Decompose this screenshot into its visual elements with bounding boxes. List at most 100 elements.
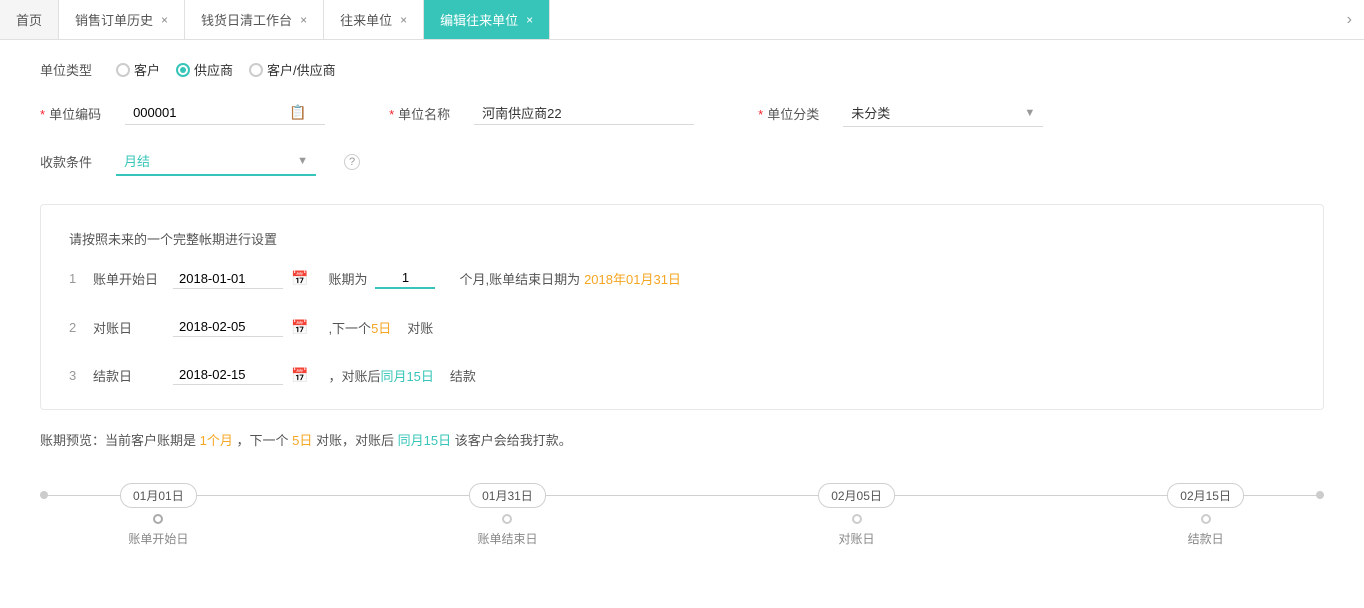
payment-label: 收款条件	[40, 152, 92, 171]
node-label-3: 结款日	[1188, 530, 1224, 547]
period-input[interactable]	[375, 268, 435, 289]
radio-supplier[interactable]: 供应商	[176, 60, 233, 79]
date-input-2[interactable]	[173, 317, 283, 337]
payment-value: 月结	[124, 151, 150, 170]
date-input-3[interactable]	[173, 365, 283, 385]
unit-classify-star: *	[758, 107, 763, 122]
preview-mid2: 对账，对账后	[316, 433, 394, 448]
tab-bar: 首页 销售订单历史 × 钱货日清工作台 × 往来单位 × 编辑往来单位 × ›	[0, 0, 1364, 40]
row2-highlight1: 5日	[371, 318, 391, 337]
setting-label-3: 结款日	[93, 366, 173, 385]
radio-customer[interactable]: 客户	[116, 60, 160, 79]
section-box: 请按照未来的一个完整帐期进行设置 1 账单开始日 📅 账期为 个月,账单结束日期…	[40, 204, 1324, 410]
unit-code-icon[interactable]: 📋	[285, 104, 310, 121]
unit-classify-value: 未分类	[851, 103, 890, 122]
tab-home[interactable]: 首页	[0, 0, 59, 39]
row2-desc-part2: 对账	[407, 318, 433, 337]
node-dot-1	[502, 514, 512, 524]
tab-expand-button[interactable]: ›	[1335, 0, 1364, 39]
tab-edit-partner[interactable]: 编辑往来单位 ×	[424, 0, 550, 39]
radio-both-label: 客户/供应商	[267, 60, 336, 79]
node-pill-3: 02月15日	[1167, 483, 1244, 508]
tab-partners[interactable]: 往来单位 ×	[324, 0, 424, 39]
timeline-nodes: 01月01日 账单开始日 01月31日 账单结束日 02月05日 对账日 02月…	[60, 483, 1304, 547]
node-dot-3	[1201, 514, 1211, 524]
calendar-icon-2[interactable]: 📅	[287, 319, 312, 336]
node-pill-1: 01月31日	[469, 483, 546, 508]
preview-highlight2: 5日	[292, 433, 312, 448]
node-pill-0: 01月01日	[120, 483, 197, 508]
timeline-node-3: 02月15日 结款日	[1167, 483, 1244, 547]
date-wrap-2: 📅	[173, 317, 312, 337]
tab-cash-work-close[interactable]: ×	[300, 13, 307, 27]
radio-supplier-circle	[176, 63, 190, 77]
preview-text: 账期预览：当前客户账期是 1个月 ，下一个 5日 对账，对账后 同月15日 该客…	[40, 430, 1324, 449]
unit-code-input[interactable]	[125, 101, 285, 124]
unit-name-input[interactable]	[474, 101, 694, 125]
node-dot-0	[153, 514, 163, 524]
timeline-right-dot	[1316, 491, 1324, 499]
payment-help-icon[interactable]: ?	[344, 154, 360, 170]
preview-suffix: 该客户会给我打款。	[455, 433, 572, 448]
tab-edit-partner-close[interactable]: ×	[526, 13, 533, 27]
row3-highlight2: 同月15日	[380, 366, 433, 385]
setting-label-1: 账单开始日	[93, 269, 173, 288]
radio-both-circle	[249, 63, 263, 77]
unit-name-star: *	[389, 107, 394, 122]
payment-select[interactable]: 月结 ▼	[116, 147, 316, 176]
period-desc-after: 个月,账单结束日期为	[459, 269, 580, 288]
tab-sales-history[interactable]: 销售订单历史 ×	[59, 0, 185, 39]
tab-cash-work[interactable]: 钱货日清工作台 ×	[185, 0, 324, 39]
unit-type-row: 单位类型 客户 供应商 客户/供应商	[40, 60, 1324, 79]
unit-code-label: *单位编码	[40, 104, 101, 123]
date-wrap-1: 📅	[173, 269, 312, 289]
setting-row-3: 3 结款日 📅 ，对账后 同月15日 结款	[69, 365, 1295, 385]
timeline-left-dot	[40, 491, 48, 499]
node-label-1: 账单结束日	[477, 530, 537, 547]
setting-row-2: 2 对账日 📅 ,下一个 5日 对账	[69, 317, 1295, 337]
tab-home-label: 首页	[16, 10, 42, 29]
payment-dropdown-arrow-icon: ▼	[297, 155, 308, 167]
tab-partners-close[interactable]: ×	[400, 13, 407, 27]
unit-type-radio-group: 客户 供应商 客户/供应商	[116, 60, 336, 79]
calendar-icon-1[interactable]: 📅	[287, 270, 312, 287]
classify-dropdown-arrow-icon: ▼	[1024, 107, 1035, 119]
row3-desc-part2: 结款	[450, 366, 476, 385]
main-content: 单位类型 客户 供应商 客户/供应商 *单位编码 📋	[0, 40, 1364, 608]
setting-num-2: 2	[69, 320, 93, 335]
setting-label-2: 对账日	[93, 318, 173, 337]
period-desc-before: 账期为	[328, 269, 367, 288]
calendar-icon-3[interactable]: 📅	[287, 367, 312, 384]
node-pill-2: 02月05日	[818, 483, 895, 508]
timeline-node-1: 01月31日 账单结束日	[469, 483, 546, 547]
preview-mid1: ，下一个	[237, 433, 289, 448]
radio-customer-circle	[116, 63, 130, 77]
date-input-1[interactable]	[173, 269, 283, 289]
tab-cash-work-label: 钱货日清工作台	[201, 10, 292, 29]
tab-partners-label: 往来单位	[340, 10, 392, 29]
date-wrap-3: 📅	[173, 365, 312, 385]
preview-highlight1: 1个月	[200, 433, 233, 448]
node-dot-2	[852, 514, 862, 524]
end-date-highlight: 2018年01月31日	[584, 269, 681, 288]
preview-prefix: 账期预览：当前客户账期是	[40, 433, 196, 448]
unit-classify-select[interactable]: 未分类 ▼	[843, 99, 1043, 127]
radio-both[interactable]: 客户/供应商	[249, 60, 336, 79]
node-label-2: 对账日	[839, 530, 875, 547]
row3-desc-part1: ，对账后	[328, 366, 380, 385]
unit-classify-label: *单位分类	[758, 104, 819, 123]
section-title: 请按照未来的一个完整帐期进行设置	[69, 229, 1295, 248]
preview-highlight3: 同月15日	[398, 433, 451, 448]
unit-name-label: *单位名称	[389, 104, 450, 123]
unit-info-row: *单位编码 📋 *单位名称 *单位分类 未分类 ▼	[40, 99, 1324, 127]
unit-code-field-wrap: 📋	[125, 101, 325, 125]
setting-num-3: 3	[69, 368, 93, 383]
radio-supplier-label: 供应商	[194, 60, 233, 79]
unit-classify-wrap: 未分类 ▼	[843, 99, 1043, 127]
setting-num-1: 1	[69, 271, 93, 286]
payment-row: 收款条件 月结 ▼ ?	[40, 147, 1324, 176]
tab-sales-history-close[interactable]: ×	[161, 13, 168, 27]
unit-type-label: 单位类型	[40, 60, 92, 79]
timeline-node-0: 01月01日 账单开始日	[120, 483, 197, 547]
node-label-0: 账单开始日	[128, 530, 188, 547]
